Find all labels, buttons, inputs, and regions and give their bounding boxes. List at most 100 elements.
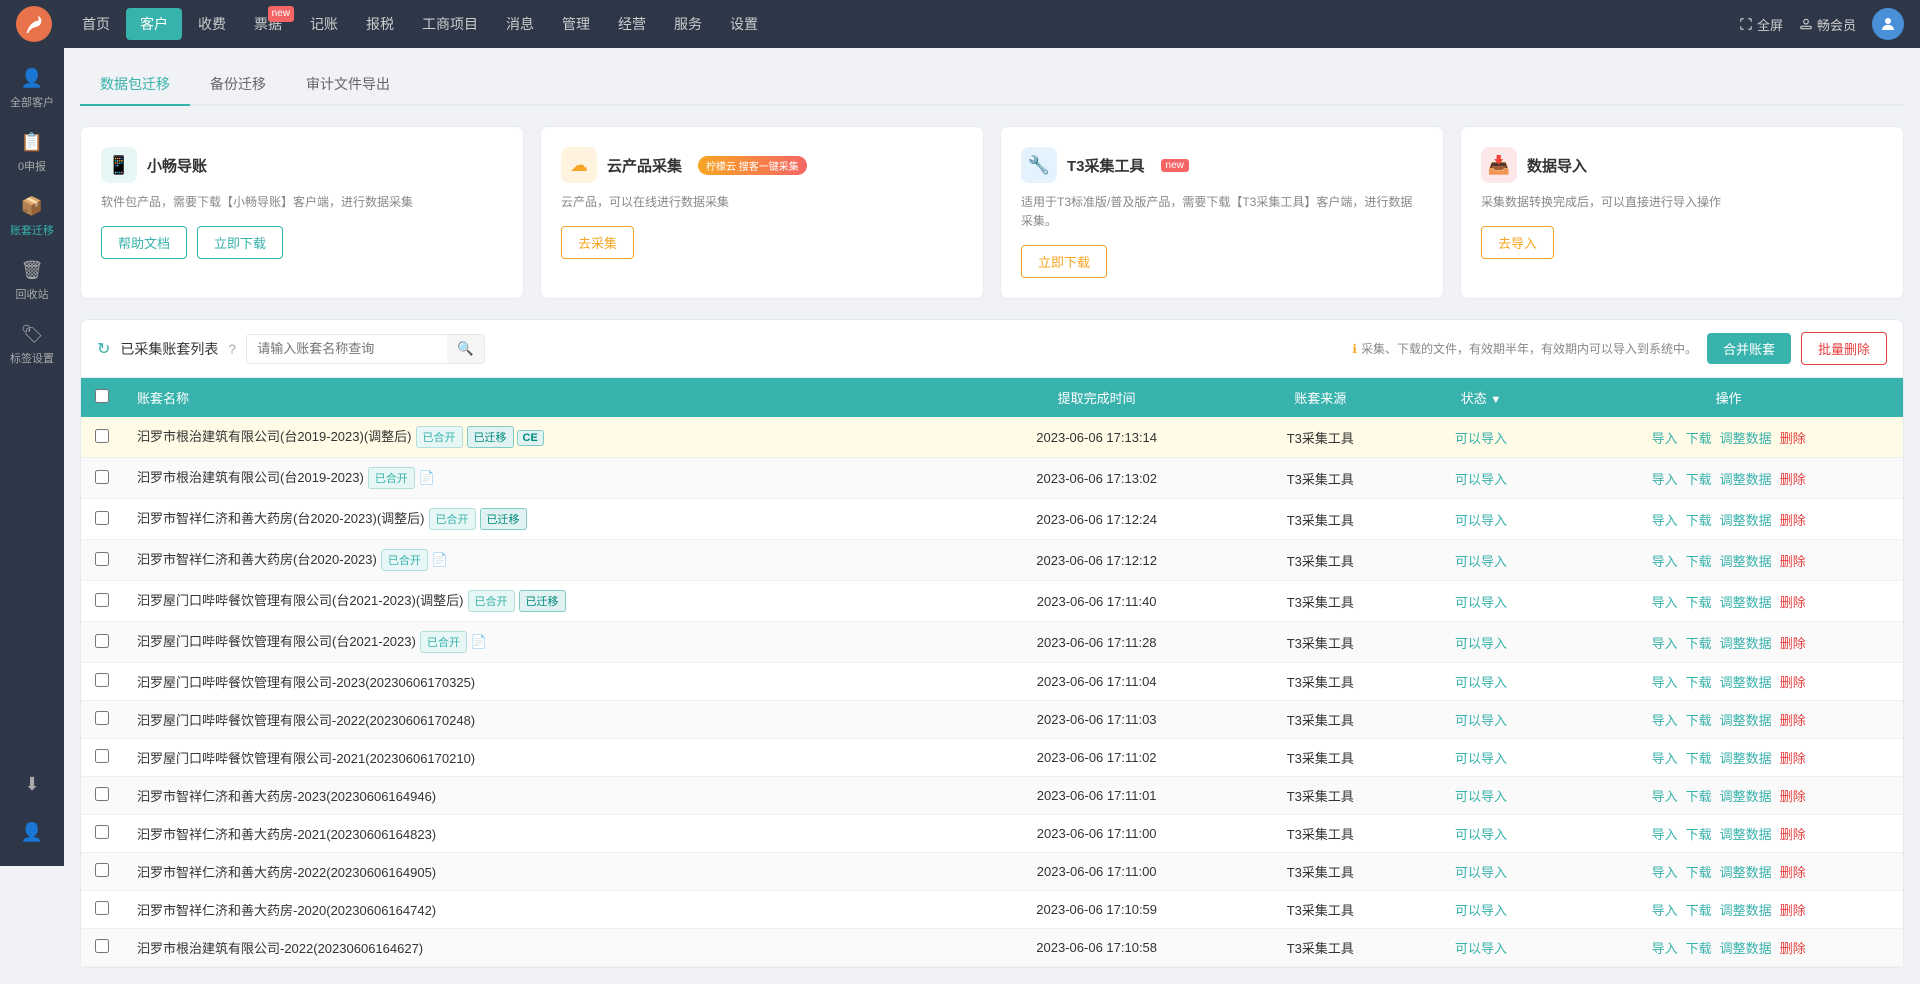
op-导入-13[interactable]: 导入	[1652, 903, 1678, 918]
tab-backup-migrate[interactable]: 备份迁移	[190, 64, 286, 106]
row-checkbox-2[interactable]	[95, 470, 109, 484]
op-调整数据-8[interactable]: 调整数据	[1720, 713, 1772, 728]
op-导入-12[interactable]: 导入	[1652, 865, 1678, 880]
nav-item-accounting[interactable]: 记账	[296, 0, 352, 48]
op-调整数据-12[interactable]: 调整数据	[1720, 865, 1772, 880]
nav-item-operation[interactable]: 经营	[604, 0, 660, 48]
row-checkbox-5[interactable]	[95, 593, 109, 607]
op-下载-13[interactable]: 下载	[1686, 903, 1712, 918]
row-checkbox-6[interactable]	[95, 634, 109, 648]
sidebar-item-account-migrate[interactable]: 📦账套迁移	[0, 184, 64, 248]
op-下载-9[interactable]: 下载	[1686, 751, 1712, 766]
row-checkbox-8[interactable]	[95, 711, 109, 725]
op-下载-6[interactable]: 下载	[1686, 636, 1712, 651]
op-delete-9[interactable]: 删除	[1780, 751, 1806, 766]
op-调整数据-14[interactable]: 调整数据	[1720, 941, 1772, 956]
op-调整数据-1[interactable]: 调整数据	[1720, 431, 1772, 446]
user-avatar[interactable]	[1872, 8, 1904, 40]
btn-help-doc[interactable]: 帮助文档	[101, 226, 187, 259]
sidebar-item-all-clients[interactable]: 👤全部客户	[0, 56, 64, 120]
op-调整数据-3[interactable]: 调整数据	[1720, 513, 1772, 528]
op-调整数据-6[interactable]: 调整数据	[1720, 636, 1772, 651]
nav-item-service[interactable]: 服务	[660, 0, 716, 48]
op-下载-10[interactable]: 下载	[1686, 789, 1712, 804]
op-调整数据-4[interactable]: 调整数据	[1720, 554, 1772, 569]
op-delete-10[interactable]: 删除	[1780, 789, 1806, 804]
row-checkbox-10[interactable]	[95, 787, 109, 801]
op-调整数据-11[interactable]: 调整数据	[1720, 827, 1772, 842]
op-调整数据-2[interactable]: 调整数据	[1720, 472, 1772, 487]
sidebar-item-recycle[interactable]: 🗑回收站	[0, 248, 64, 312]
refresh-icon[interactable]: ↻	[97, 339, 110, 359]
op-导入-4[interactable]: 导入	[1652, 554, 1678, 569]
row-checkbox-3[interactable]	[95, 511, 109, 525]
op-下载-1[interactable]: 下载	[1686, 431, 1712, 446]
logo[interactable]	[16, 6, 52, 42]
op-delete-3[interactable]: 删除	[1780, 513, 1806, 528]
row-checkbox-4[interactable]	[95, 552, 109, 566]
merge-btn[interactable]: 合并账套	[1707, 333, 1791, 364]
nav-item-customer[interactable]: 客户	[126, 8, 182, 40]
op-delete-6[interactable]: 删除	[1780, 636, 1806, 651]
nav-item-billing[interactable]: 收费	[184, 0, 240, 48]
nav-item-invoice[interactable]: 票据new	[240, 0, 296, 48]
fullscreen-btn[interactable]: 全屏	[1739, 15, 1783, 34]
file-icon[interactable]: 📄	[471, 634, 487, 649]
op-导入-1[interactable]: 导入	[1652, 431, 1678, 446]
op-delete-5[interactable]: 删除	[1780, 595, 1806, 610]
op-导入-11[interactable]: 导入	[1652, 827, 1678, 842]
batch-delete-btn[interactable]: 批量删除	[1801, 332, 1887, 365]
op-导入-14[interactable]: 导入	[1652, 941, 1678, 956]
row-checkbox-1[interactable]	[95, 429, 109, 443]
row-checkbox-13[interactable]	[95, 901, 109, 915]
row-checkbox-12[interactable]	[95, 863, 109, 877]
op-下载-2[interactable]: 下载	[1686, 472, 1712, 487]
search-button[interactable]: 🔍	[447, 335, 484, 363]
op-delete-2[interactable]: 删除	[1780, 472, 1806, 487]
op-下载-4[interactable]: 下载	[1686, 554, 1712, 569]
op-导入-6[interactable]: 导入	[1652, 636, 1678, 651]
op-下载-8[interactable]: 下载	[1686, 713, 1712, 728]
tab-data-migrate[interactable]: 数据包迁移	[80, 64, 190, 106]
col-header-4[interactable]: 状态 ▼	[1408, 378, 1555, 417]
help-icon[interactable]: ?	[228, 341, 236, 357]
op-导入-9[interactable]: 导入	[1652, 751, 1678, 766]
nav-item-settings[interactable]: 设置	[716, 0, 772, 48]
btn-download-now[interactable]: 立即下载	[197, 226, 283, 259]
file-icon[interactable]: 📄	[432, 552, 448, 567]
op-调整数据-5[interactable]: 调整数据	[1720, 595, 1772, 610]
nav-item-business[interactable]: 工商项目	[408, 0, 492, 48]
op-调整数据-13[interactable]: 调整数据	[1720, 903, 1772, 918]
op-delete-14[interactable]: 删除	[1780, 941, 1806, 956]
sidebar-item-download[interactable]: ⬇	[20, 762, 44, 810]
search-input[interactable]	[247, 335, 447, 362]
op-下载-5[interactable]: 下载	[1686, 595, 1712, 610]
op-delete-7[interactable]: 删除	[1780, 675, 1806, 690]
op-delete-1[interactable]: 删除	[1780, 431, 1806, 446]
op-导入-8[interactable]: 导入	[1652, 713, 1678, 728]
op-下载-11[interactable]: 下载	[1686, 827, 1712, 842]
op-调整数据-9[interactable]: 调整数据	[1720, 751, 1772, 766]
nav-item-message[interactable]: 消息	[492, 0, 548, 48]
op-导入-5[interactable]: 导入	[1652, 595, 1678, 610]
nav-item-home[interactable]: 首页	[68, 0, 124, 48]
btn-t3-download[interactable]: 立即下载	[1021, 245, 1107, 278]
op-导入-7[interactable]: 导入	[1652, 675, 1678, 690]
op-下载-14[interactable]: 下载	[1686, 941, 1712, 956]
op-delete-4[interactable]: 删除	[1780, 554, 1806, 569]
select-all-checkbox[interactable]	[95, 389, 109, 403]
row-checkbox-7[interactable]	[95, 673, 109, 687]
op-调整数据-7[interactable]: 调整数据	[1720, 675, 1772, 690]
row-checkbox-14[interactable]	[95, 939, 109, 953]
op-调整数据-10[interactable]: 调整数据	[1720, 789, 1772, 804]
op-delete-11[interactable]: 删除	[1780, 827, 1806, 842]
sidebar-item-user[interactable]: 👤	[20, 810, 44, 858]
op-导入-2[interactable]: 导入	[1652, 472, 1678, 487]
file-icon[interactable]: 📄	[419, 470, 435, 485]
op-delete-12[interactable]: 删除	[1780, 865, 1806, 880]
op-下载-7[interactable]: 下载	[1686, 675, 1712, 690]
btn-go-import[interactable]: 去导入	[1481, 226, 1554, 259]
op-导入-10[interactable]: 导入	[1652, 789, 1678, 804]
op-delete-13[interactable]: 删除	[1780, 903, 1806, 918]
op-下载-3[interactable]: 下载	[1686, 513, 1712, 528]
